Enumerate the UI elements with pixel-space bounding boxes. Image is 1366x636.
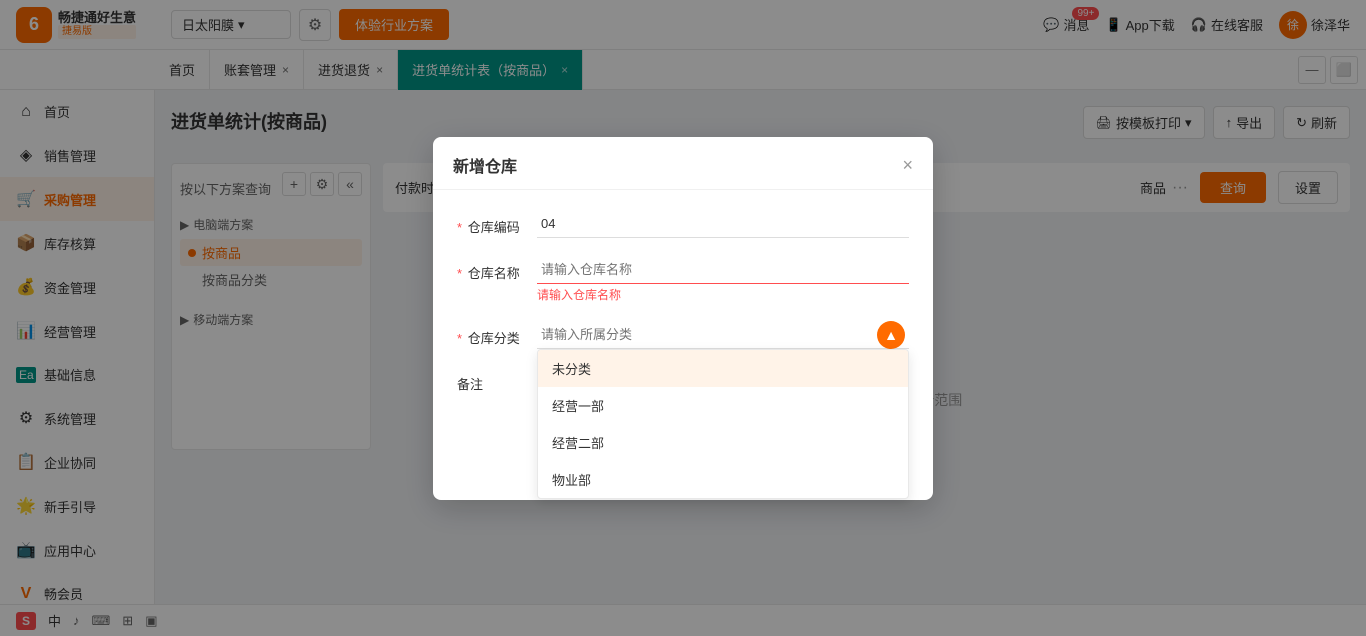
warehouse-name-field: * 仓库名称 请输入仓库名称: [457, 256, 909, 303]
code-required: *: [457, 220, 462, 235]
category-input[interactable]: [537, 321, 909, 349]
name-label: * 仓库名称: [457, 256, 537, 282]
code-label: * 仓库编码: [457, 210, 537, 236]
dropdown-item-1[interactable]: 经营一部: [538, 387, 908, 424]
dropdown-item-0[interactable]: 未分类: [538, 350, 908, 387]
name-label-text: 仓库名称: [468, 266, 520, 281]
modal-body: * 仓库编码 * 仓库名称 请输入仓库名称: [433, 190, 933, 433]
note-label-text: 备注: [457, 377, 483, 392]
code-label-text: 仓库编码: [468, 220, 520, 235]
warehouse-category-field: * 仓库分类 ▲ 未分类 经营一部 经营二部: [457, 321, 909, 349]
select-arrow-button[interactable]: ▲: [877, 321, 905, 349]
category-label: * 仓库分类: [457, 321, 537, 347]
modal-header: 新增仓库 ×: [433, 137, 933, 190]
modal-new-warehouse: 新增仓库 × * 仓库编码 * 仓库名称: [433, 137, 933, 500]
dropdown-item-2[interactable]: 经营二部: [538, 424, 908, 461]
dropdown-item-0-label: 未分类: [552, 362, 591, 377]
modal-overlay[interactable]: 新增仓库 × * 仓库编码 * 仓库名称: [0, 0, 1366, 636]
dropdown-item-1-label: 经营一部: [552, 399, 604, 414]
category-label-text: 仓库分类: [468, 331, 520, 346]
category-required: *: [457, 331, 462, 346]
warehouse-code-field: * 仓库编码: [457, 210, 909, 238]
name-error-msg: 请输入仓库名称: [537, 286, 909, 303]
dropdown-item-3[interactable]: 物业部: [538, 461, 908, 498]
modal-close-button[interactable]: ×: [902, 156, 913, 174]
note-label: 备注: [457, 367, 537, 393]
dropdown-item-2-label: 经营二部: [552, 436, 604, 451]
code-input[interactable]: [537, 210, 909, 238]
modal-title: 新增仓库: [453, 153, 517, 177]
code-input-wrap: [537, 210, 909, 238]
dropdown-item-3-label: 物业部: [552, 473, 591, 488]
name-input[interactable]: [537, 256, 909, 284]
name-required: *: [457, 266, 462, 281]
category-dropdown: 未分类 经营一部 经营二部 物业部: [537, 349, 909, 499]
category-select-wrap: ▲ 未分类 经营一部 经营二部 物业部: [537, 321, 909, 349]
name-input-wrap: 请输入仓库名称: [537, 256, 909, 303]
